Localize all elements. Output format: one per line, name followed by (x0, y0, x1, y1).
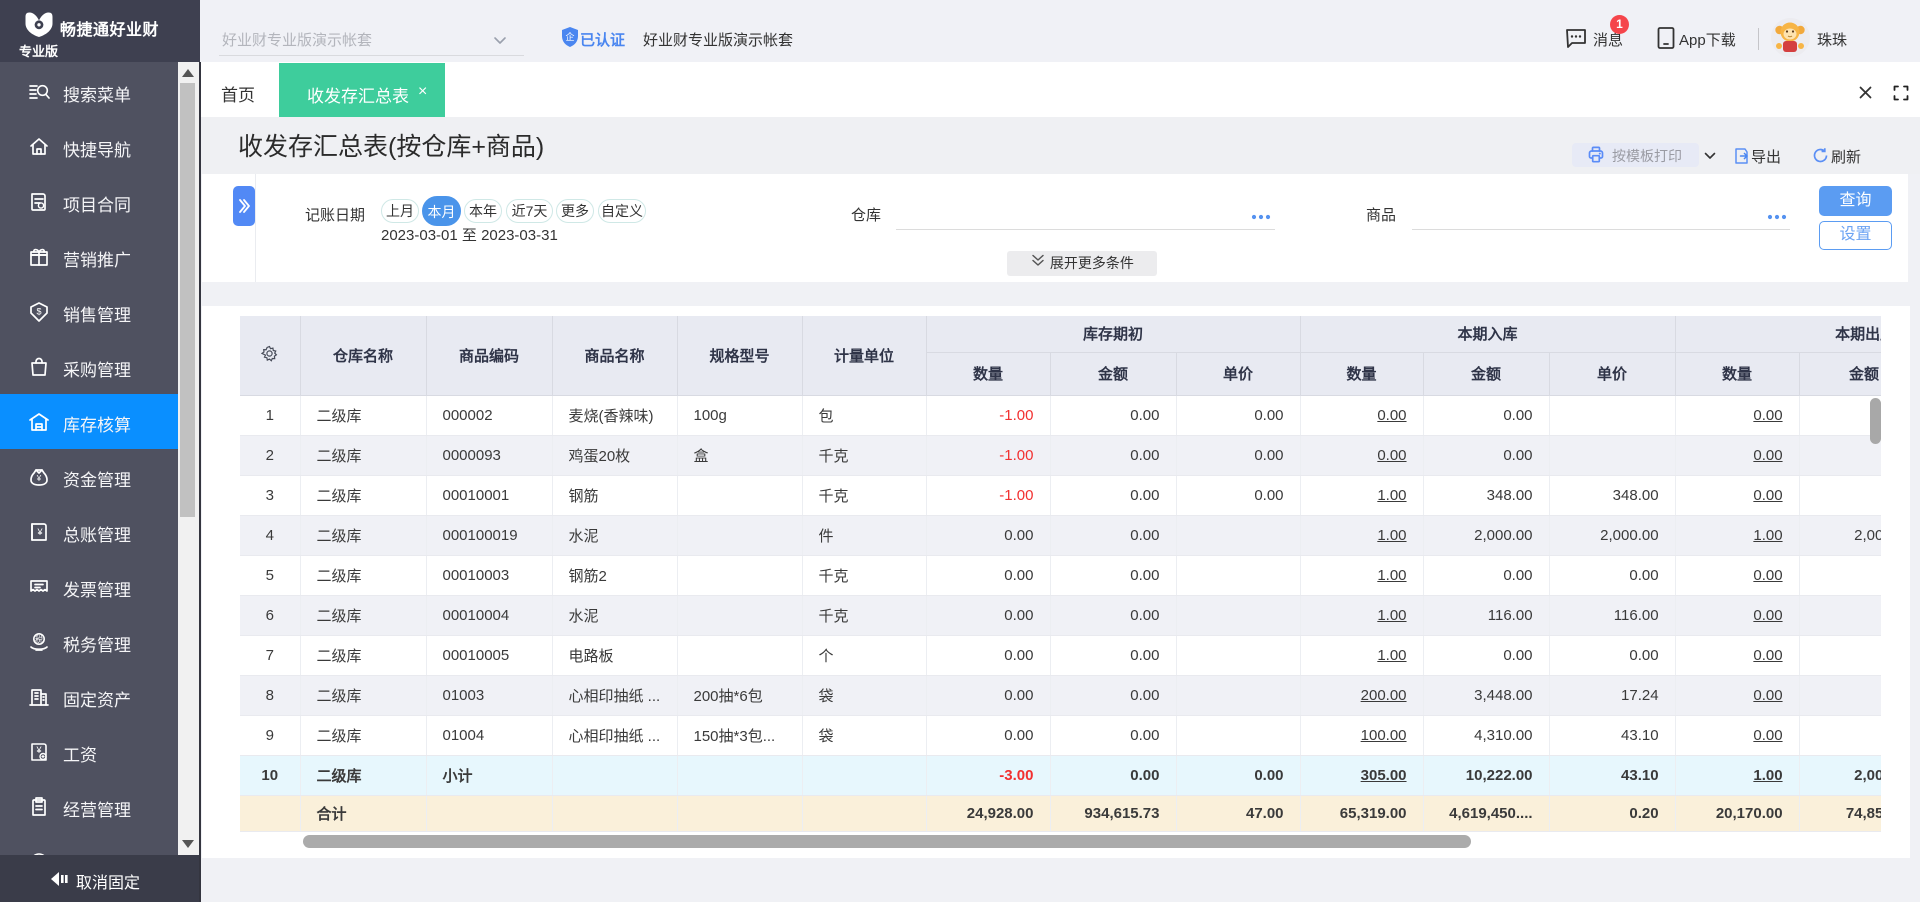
svg-text:企: 企 (565, 31, 574, 42)
svg-text:¥: ¥ (36, 474, 42, 483)
svg-text:税: 税 (35, 634, 43, 644)
svg-text:$: $ (36, 307, 41, 317)
svg-text:¥: ¥ (36, 527, 43, 537)
